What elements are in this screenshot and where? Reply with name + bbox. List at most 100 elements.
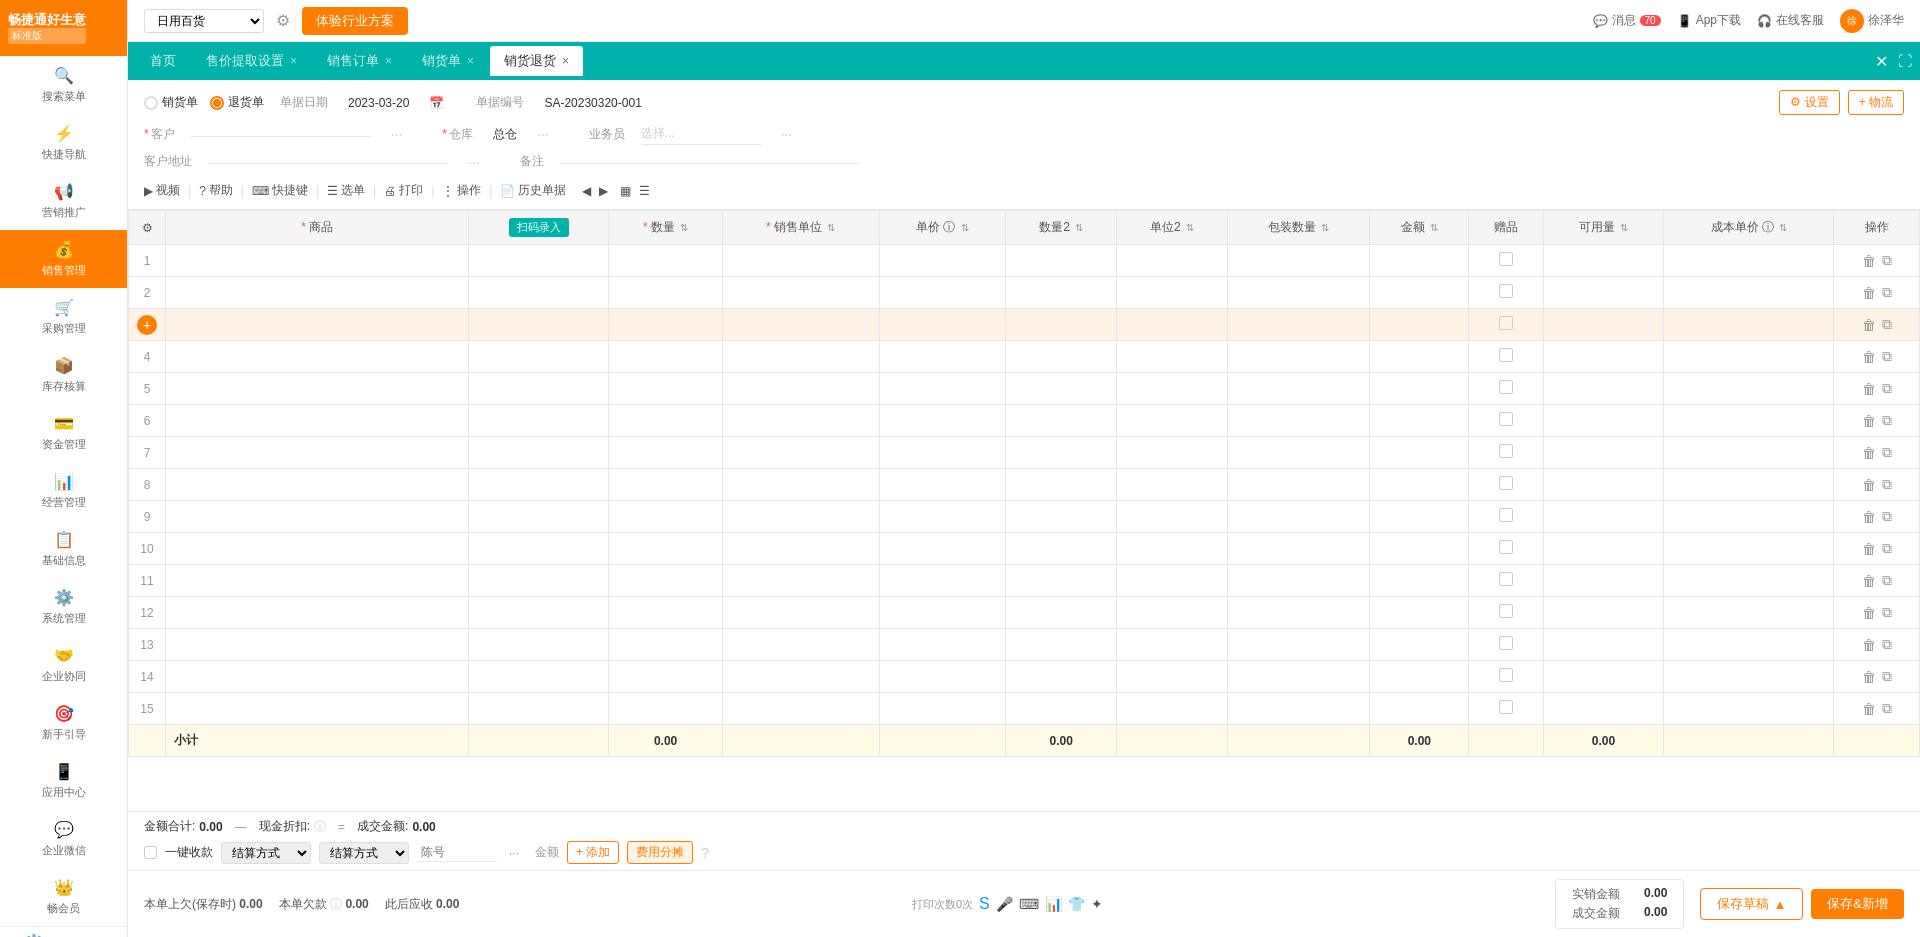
unit-price-cell[interactable] bbox=[879, 469, 1006, 501]
unit2-cell[interactable] bbox=[1117, 245, 1228, 277]
unit2-cell[interactable] bbox=[1117, 309, 1228, 341]
goods-cell[interactable] bbox=[166, 277, 469, 309]
qty2-cell[interactable] bbox=[1006, 405, 1117, 437]
delete-icon[interactable]: 🗑 bbox=[1862, 573, 1876, 589]
gift-checkbox[interactable] bbox=[1499, 508, 1513, 522]
gift-cell[interactable] bbox=[1469, 565, 1544, 597]
gift-cell[interactable] bbox=[1469, 533, 1544, 565]
tab-sales-return-close[interactable]: × bbox=[562, 54, 569, 68]
gift-cell[interactable] bbox=[1469, 469, 1544, 501]
experience-button[interactable]: 体验行业方案 bbox=[302, 7, 408, 35]
fee-split-button[interactable]: 费用分摊 bbox=[627, 841, 693, 864]
app-download-area[interactable]: 📱 App下载 bbox=[1677, 12, 1741, 29]
address-dots[interactable]: ··· bbox=[468, 154, 480, 170]
goods-cell[interactable] bbox=[166, 693, 469, 725]
sidebar-item-capital[interactable]: 💳 资金管理 bbox=[0, 404, 127, 462]
sidebar-collapse-icon[interactable]: ◀ bbox=[91, 933, 103, 937]
gift-checkbox[interactable] bbox=[1499, 668, 1513, 682]
goods-cell[interactable] bbox=[166, 437, 469, 469]
amount-cell[interactable] bbox=[1370, 661, 1469, 693]
unit-price-cell[interactable] bbox=[879, 309, 1006, 341]
unit2-cell[interactable] bbox=[1117, 661, 1228, 693]
amount-cell[interactable] bbox=[1370, 469, 1469, 501]
customer-dots[interactable]: ··· bbox=[391, 126, 403, 142]
unit2-cell[interactable] bbox=[1117, 469, 1228, 501]
sidebar-item-shortcut[interactable]: ⚡ 快捷导航 bbox=[0, 114, 127, 172]
copy-icon[interactable]: ⧉ bbox=[1882, 348, 1892, 365]
qty2-cell[interactable] bbox=[1006, 501, 1117, 533]
extra-icon[interactable]: ✦ bbox=[1091, 896, 1103, 912]
settings-button[interactable]: ⚙ 设置 bbox=[1779, 90, 1839, 115]
goods-cell[interactable] bbox=[166, 405, 469, 437]
copy-icon[interactable]: ⧉ bbox=[1882, 540, 1892, 557]
qty-cell[interactable] bbox=[609, 469, 722, 501]
copy-icon[interactable]: ⧉ bbox=[1882, 316, 1892, 333]
gift-cell[interactable] bbox=[1469, 245, 1544, 277]
copy-icon[interactable]: ⧉ bbox=[1882, 508, 1892, 525]
amount-cell[interactable] bbox=[1370, 629, 1469, 661]
unit2-cell[interactable] bbox=[1117, 693, 1228, 725]
goods-cell[interactable] bbox=[166, 309, 469, 341]
gift-cell[interactable] bbox=[1469, 597, 1544, 629]
copy-icon[interactable]: ⧉ bbox=[1882, 284, 1892, 301]
gift-checkbox[interactable] bbox=[1499, 476, 1513, 490]
tab-sales-close[interactable]: × bbox=[467, 54, 474, 68]
qty2-cell[interactable] bbox=[1006, 629, 1117, 661]
unit2-cell[interactable] bbox=[1117, 405, 1228, 437]
mic-icon[interactable]: 🎤 bbox=[996, 896, 1013, 912]
qty-cell[interactable] bbox=[609, 405, 722, 437]
qty2-cell[interactable] bbox=[1006, 661, 1117, 693]
copy-icon[interactable]: ⧉ bbox=[1882, 668, 1892, 685]
sidebar-item-sales-mgmt[interactable]: 💰 销售管理 bbox=[0, 230, 127, 288]
address-input[interactable] bbox=[208, 159, 448, 164]
gift-checkbox[interactable] bbox=[1499, 348, 1513, 362]
tab-home[interactable]: 首页 bbox=[136, 46, 190, 76]
sales-unit-cell[interactable] bbox=[722, 437, 879, 469]
gift-checkbox[interactable] bbox=[1499, 444, 1513, 458]
pkg-qty-cell[interactable] bbox=[1228, 533, 1370, 565]
sales-unit-cell[interactable] bbox=[722, 309, 879, 341]
amount-cell[interactable] bbox=[1370, 565, 1469, 597]
qty2-cell[interactable] bbox=[1006, 469, 1117, 501]
unit2-cell[interactable] bbox=[1117, 341, 1228, 373]
sidebar-item-app[interactable]: 📱 应用中心 bbox=[0, 752, 127, 810]
delete-icon[interactable]: 🗑 bbox=[1862, 285, 1876, 301]
toolbar-help[interactable]: ? 帮助 bbox=[199, 182, 233, 199]
sales-unit-cell[interactable] bbox=[722, 597, 879, 629]
delete-icon[interactable]: 🗑 bbox=[1862, 317, 1876, 333]
amount-cell[interactable] bbox=[1370, 373, 1469, 405]
unit2-cell[interactable] bbox=[1117, 533, 1228, 565]
amount-cell[interactable] bbox=[1370, 533, 1469, 565]
amount-cell[interactable] bbox=[1370, 341, 1469, 373]
pkg-qty-cell[interactable] bbox=[1228, 565, 1370, 597]
online-service-area[interactable]: 🎧 在线客服 bbox=[1757, 12, 1824, 29]
qty2-cell[interactable] bbox=[1006, 533, 1117, 565]
toolbar-shortcut[interactable]: ⌨ 快捷键 bbox=[252, 182, 308, 199]
qty2-cell[interactable] bbox=[1006, 373, 1117, 405]
pkg-qty-cell[interactable] bbox=[1228, 597, 1370, 629]
gift-cell[interactable] bbox=[1469, 309, 1544, 341]
delete-icon[interactable]: 🗑 bbox=[1862, 701, 1876, 717]
amount-cell[interactable] bbox=[1370, 277, 1469, 309]
gift-cell[interactable] bbox=[1469, 277, 1544, 309]
sales-unit-cell[interactable] bbox=[722, 469, 879, 501]
qty-cell[interactable] bbox=[609, 629, 722, 661]
unit-price-cell[interactable] bbox=[879, 501, 1006, 533]
save-new-button[interactable]: 保存&新增 bbox=[1811, 889, 1904, 919]
copy-icon[interactable]: ⧉ bbox=[1882, 380, 1892, 397]
amount-cell[interactable] bbox=[1370, 693, 1469, 725]
sidebar-item-purchase[interactable]: 🛒 采购管理 bbox=[0, 288, 127, 346]
settle-method-select[interactable]: 结算方式 bbox=[319, 842, 409, 864]
gift-checkbox[interactable] bbox=[1499, 540, 1513, 554]
pkg-qty-cell[interactable] bbox=[1228, 437, 1370, 469]
gift-checkbox[interactable] bbox=[1499, 412, 1513, 426]
delete-icon[interactable]: 🗑 bbox=[1862, 381, 1876, 397]
amount-cell[interactable] bbox=[1370, 245, 1469, 277]
delete-icon[interactable]: 🗑 bbox=[1862, 637, 1876, 653]
customer-input[interactable] bbox=[191, 132, 371, 137]
pkg-qty-cell[interactable] bbox=[1228, 629, 1370, 661]
radio-sales-item[interactable]: 销货单 bbox=[144, 94, 198, 111]
tab-price-setting[interactable]: 售价提取设置 × bbox=[192, 46, 311, 76]
amount-cell[interactable] bbox=[1370, 309, 1469, 341]
delete-icon[interactable]: 🗑 bbox=[1862, 477, 1876, 493]
